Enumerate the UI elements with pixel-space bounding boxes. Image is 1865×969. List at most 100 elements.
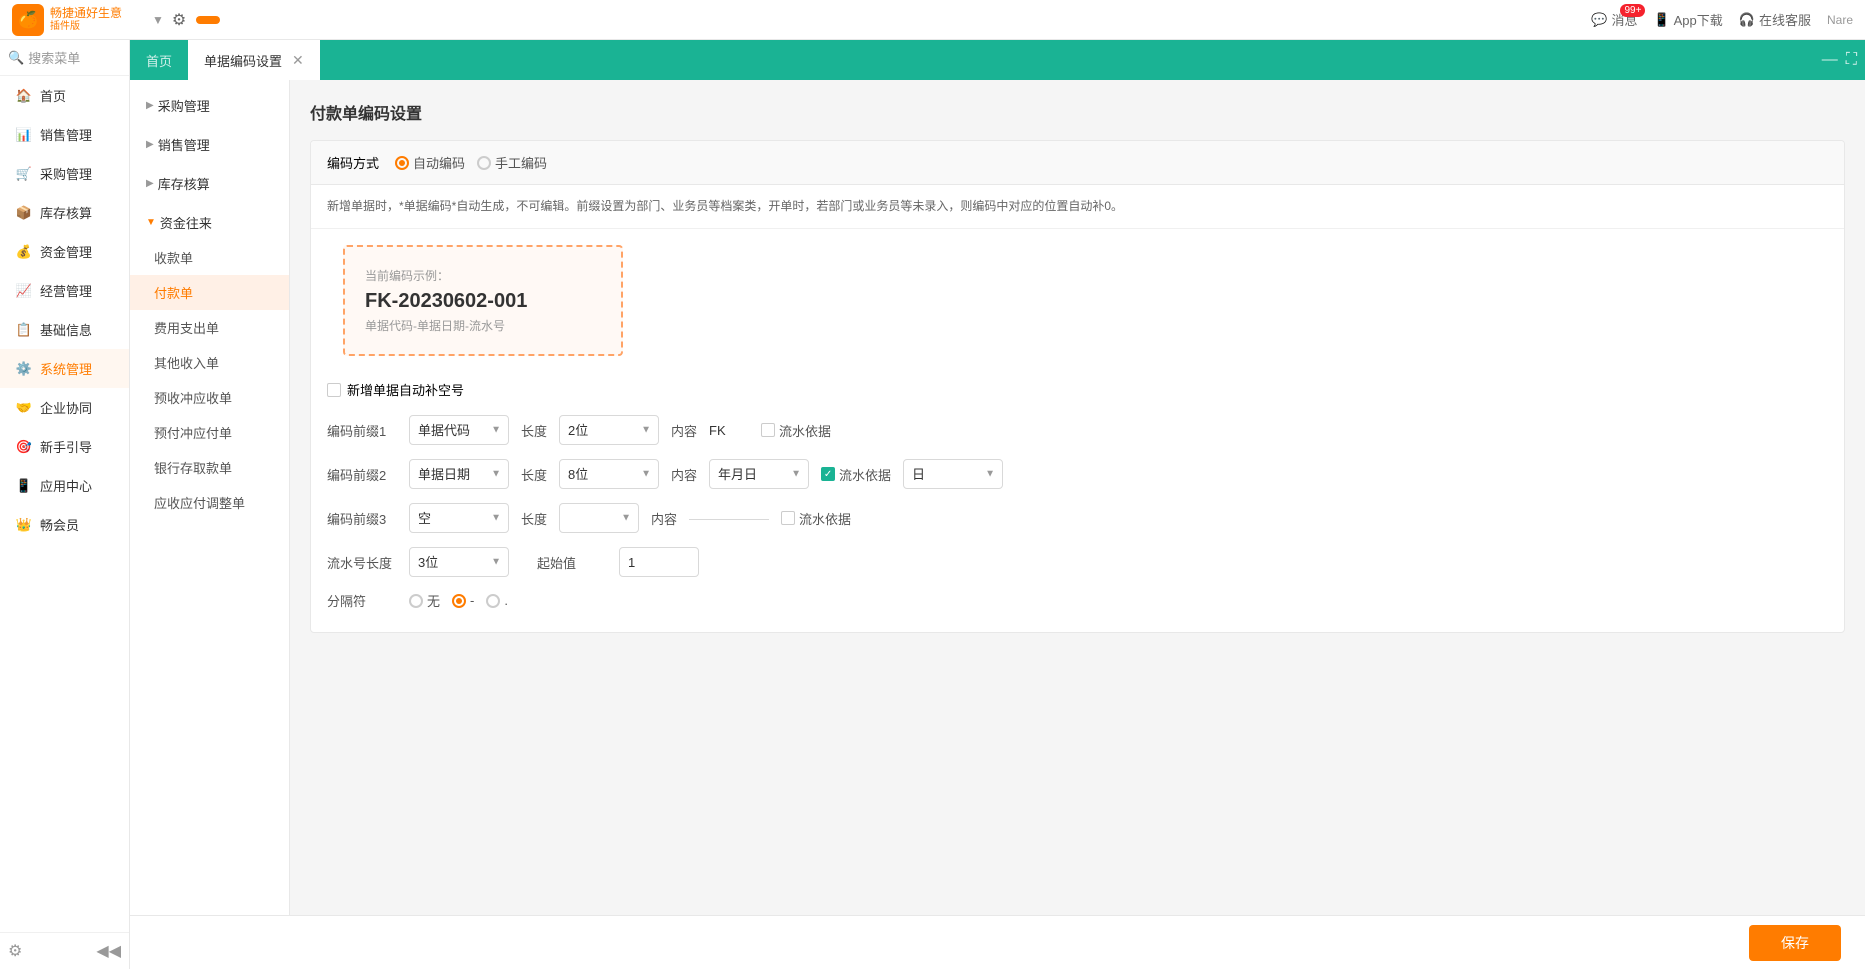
separator-dash-radio[interactable]: - (452, 593, 474, 608)
encode-radio-group: 自动编码 手工编码 (395, 153, 547, 172)
nav-item-bank[interactable]: 银行存取款单 (130, 450, 289, 485)
enterprise-icon: 🤝 (16, 400, 32, 416)
breadcrumb-select[interactable]: ▼ (152, 13, 164, 27)
content-body: ▶ 采购管理 ▶ 销售管理 ▶ 库存核算 (130, 80, 1865, 915)
message-icon: 💬 (1591, 12, 1607, 28)
online-service-button[interactable]: 🎧 在线客服 (1739, 10, 1811, 29)
search-icon: 🔍 (8, 50, 24, 66)
prefix2-waterflow-label: 流水依据 (839, 465, 891, 484)
nav-group-inventory: ▶ 库存核算 (130, 166, 289, 201)
apps-icon: 📱 (16, 478, 32, 494)
prefix3-waterflow-box[interactable] (781, 511, 795, 525)
encode-method-row: 编码方式 自动编码 手工编码 (311, 141, 1844, 185)
operations-icon: 📈 (16, 283, 32, 299)
member-icon: 👑 (16, 517, 32, 533)
collapse-icon[interactable]: ◀◀ (96, 941, 121, 961)
sidebar-item-basic[interactable]: 📋 基础信息 (0, 310, 129, 349)
service-icon: 🎧 (1739, 12, 1755, 28)
nav-header-inventory[interactable]: ▶ 库存核算 (130, 166, 289, 201)
prefix2-length-select[interactable]: 8位 (559, 459, 659, 489)
sidebar-item-operations[interactable]: 📈 经营管理 (0, 271, 129, 310)
top-bar-left: 🍊 畅捷通好生意 插件版 ▼ ⚙ (12, 4, 220, 36)
industry-button[interactable] (196, 16, 220, 24)
nav-arrow-purchase: ▶ (146, 100, 154, 111)
prefix2-select[interactable]: 单据日期 (409, 459, 509, 489)
prefix2-label: 编码前缀2 (327, 465, 397, 484)
minimize-icon[interactable]: — (1822, 51, 1838, 69)
prefix2-length-select-wrapper: 8位 ▼ (559, 459, 659, 489)
nav-item-expense[interactable]: 费用支出单 (130, 310, 289, 345)
tab-bar: 首页 单据编码设置 ✕ — ⛶ (130, 40, 1865, 80)
prefix2-content-select[interactable]: 年月日 (709, 459, 809, 489)
serial-length-select[interactable]: 3位 (409, 547, 509, 577)
prefix1-length-label: 长度 (521, 421, 547, 440)
nav-item-other-income[interactable]: 其他收入单 (130, 345, 289, 380)
preview-label: 当前编码示例： (365, 267, 601, 284)
nav-item-advance-recv[interactable]: 预收冲应收单 (130, 380, 289, 415)
prefix1-length-select[interactable]: 2位 (559, 415, 659, 445)
separator-dot-radio[interactable]: . (486, 593, 508, 608)
nav-header-sales[interactable]: ▶ 销售管理 (130, 127, 289, 162)
sidebar-item-guide[interactable]: 🎯 新手引导 (0, 427, 129, 466)
tab-close-icon[interactable]: ✕ (292, 52, 304, 69)
nav-item-advance-pay[interactable]: 预付冲应付单 (130, 415, 289, 450)
tab-encode-setting[interactable]: 单据编码设置 ✕ (188, 40, 320, 80)
prefix2-unit-select[interactable]: 日 (903, 459, 1003, 489)
main-layout: 🔍 搜索菜单 🏠 首页 📊 销售管理 🛒 采购管理 📦 库存核算 💰 (0, 40, 1865, 969)
preview-desc: 单据代码-单据日期-流水号 (365, 317, 601, 334)
settings-icon[interactable]: ⚙ (172, 10, 186, 30)
prefix3-select[interactable]: 空 (409, 503, 509, 533)
prefix1-label: 编码前缀1 (327, 421, 397, 440)
sidebar-item-sales[interactable]: 📊 销售管理 (0, 115, 129, 154)
prefix2-waterflow-checkbox: ✓ 流水依据 (821, 465, 891, 484)
manual-encode-radio[interactable]: 手工编码 (477, 153, 547, 172)
auto-encode-radio[interactable]: 自动编码 (395, 153, 465, 172)
page-title: 付款单编码设置 (310, 100, 1845, 124)
sidebar-bottom: ⚙ ◀◀ (0, 932, 129, 969)
sidebar-item-finance[interactable]: 💰 资金管理 (0, 232, 129, 271)
save-button[interactable]: 保存 (1749, 925, 1841, 961)
separator-none-radio[interactable]: 无 (409, 591, 440, 610)
prefix3-content-label: 内容 (651, 509, 677, 528)
prefix1-select[interactable]: 单据代码 (409, 415, 509, 445)
serial-start-label: 起始值 (537, 553, 607, 572)
nav-group-sales: ▶ 销售管理 (130, 127, 289, 162)
tab-home[interactable]: 首页 (130, 40, 188, 80)
sidebar-item-enterprise[interactable]: 🤝 企业协同 (0, 388, 129, 427)
logo: 🍊 畅捷通好生意 插件版 (12, 4, 122, 36)
nav-header-purchase[interactable]: ▶ 采购管理 (130, 88, 289, 123)
info-text: 新增单据时，*单据编码*自动生成，不可编辑。前缀设置为部门、业务员等档案类，开单… (311, 185, 1844, 229)
prefix1-waterflow-checkbox: 流水依据 (761, 421, 831, 440)
inventory-icon: 📦 (16, 205, 32, 221)
sidebar-item-home[interactable]: 🏠 首页 (0, 76, 129, 115)
logo-icon: 🍊 (12, 4, 44, 36)
nav-header-finance[interactable]: ▼ 资金往来 (130, 205, 289, 240)
prefix1-waterflow-box[interactable] (761, 423, 775, 437)
sidebar-item-purchase[interactable]: 🛒 采购管理 (0, 154, 129, 193)
auto-fill-row: 新增单据自动补空号 (311, 372, 1844, 407)
prefix2-content-label: 内容 (671, 465, 697, 484)
nav-item-ap-adjust[interactable]: 应收应付调整单 (130, 485, 289, 520)
prefix3-waterflow-label: 流水依据 (799, 509, 851, 528)
serial-length-label: 流水号长度 (327, 553, 397, 572)
message-button[interactable]: 💬 消息 99+ (1591, 10, 1637, 29)
search-menu[interactable]: 🔍 搜索菜单 (0, 40, 129, 76)
sidebar-item-inventory[interactable]: 📦 库存核算 (0, 193, 129, 232)
app-download-button[interactable]: 📱 App下载 (1653, 10, 1722, 29)
serial-start-input[interactable] (619, 547, 699, 577)
sidebar-item-system[interactable]: ⚙️ 系统管理 (0, 349, 129, 388)
prefix2-row: 编码前缀2 单据日期 ▼ 长度 8位 (327, 459, 1828, 489)
auto-fill-checkbox[interactable] (327, 383, 341, 397)
top-bar-right: 💬 消息 99+ 📱 App下载 🎧 在线客服 Nare (1591, 10, 1853, 29)
preview-value: FK-20230602-001 (365, 290, 601, 313)
maximize-icon[interactable]: ⛶ (1846, 51, 1857, 69)
nav-item-receipt[interactable]: 收款单 (130, 240, 289, 275)
prefix3-length-select[interactable] (559, 503, 639, 533)
sidebar-item-member[interactable]: 👑 畅会员 (0, 505, 129, 544)
sidebar-item-apps[interactable]: 📱 应用中心 (0, 466, 129, 505)
nav-item-payment[interactable]: 付款单 (130, 275, 289, 310)
main-content: 付款单编码设置 编码方式 自动编码 手工编码 (290, 80, 1865, 915)
settings-bottom-icon[interactable]: ⚙ (8, 941, 22, 961)
prefix2-waterflow-box[interactable]: ✓ (821, 467, 835, 481)
download-icon: 📱 (1653, 12, 1669, 28)
